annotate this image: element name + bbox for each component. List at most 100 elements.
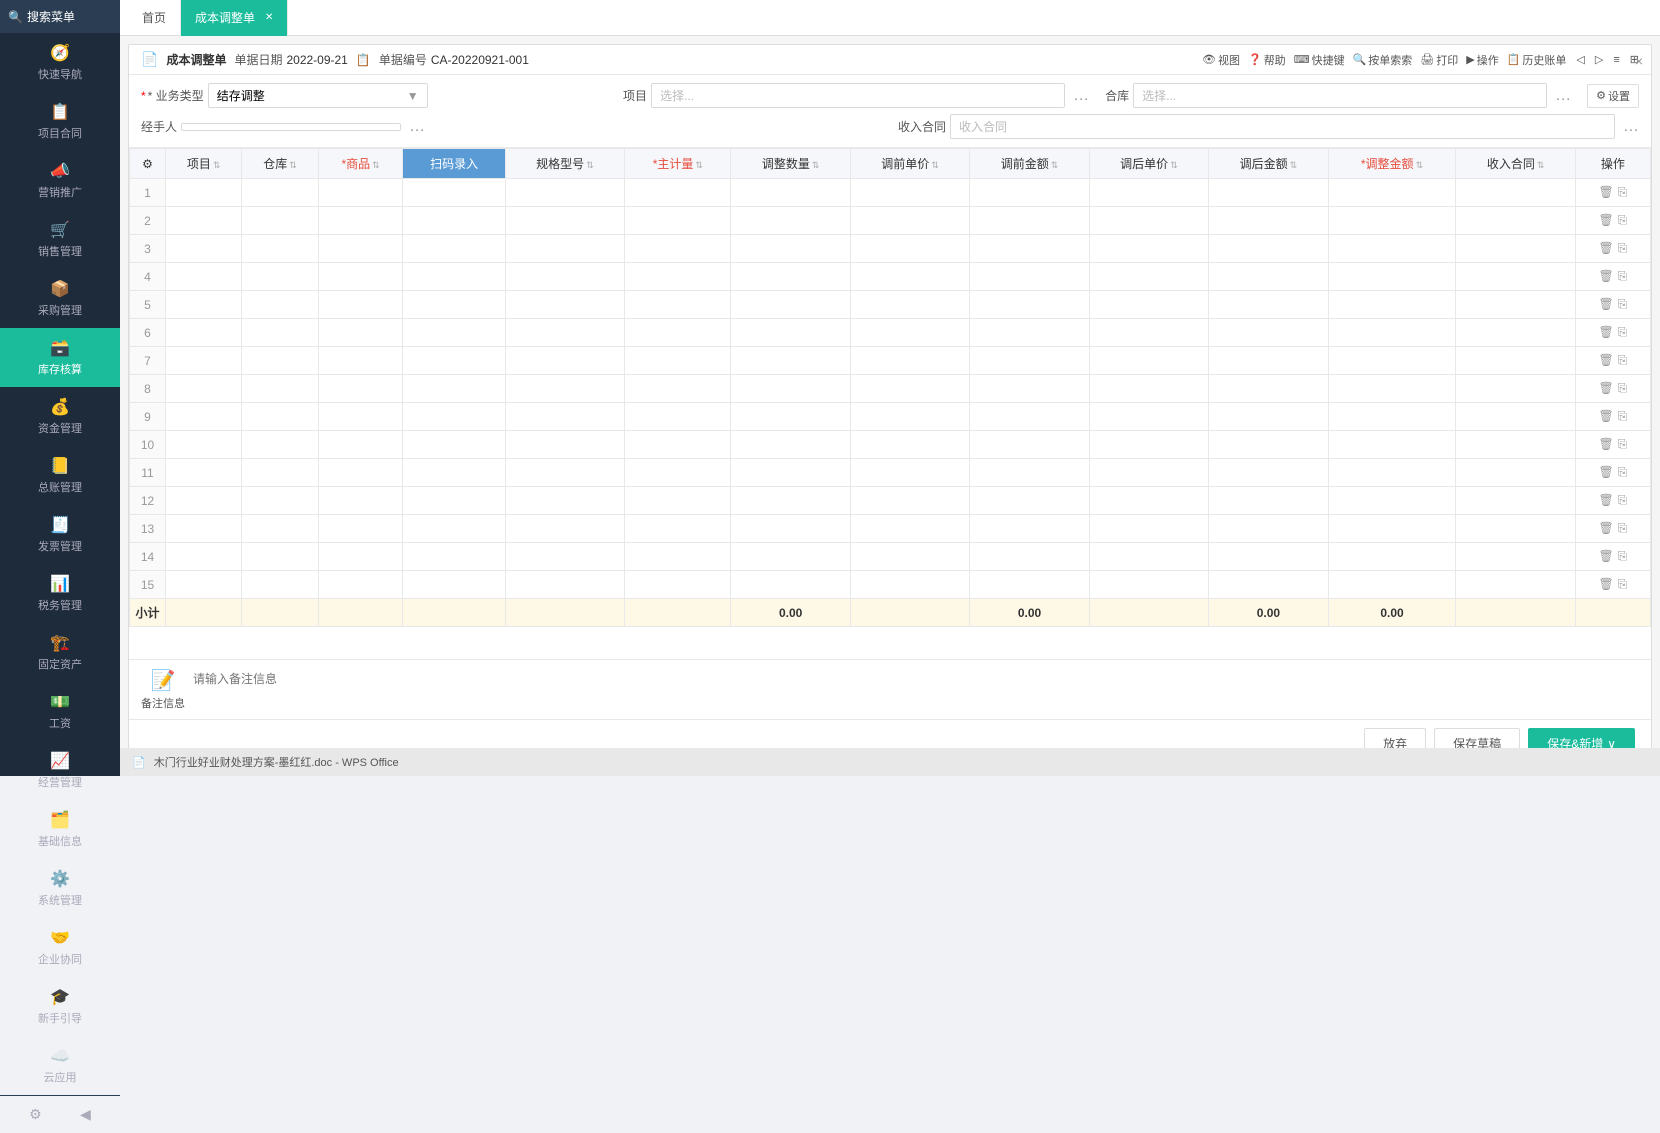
gear-icon[interactable]: ⚙ (142, 157, 153, 171)
table-cell-1-adj_qty[interactable] (731, 179, 850, 207)
delete-icon[interactable]: 🗑 (1598, 325, 1613, 339)
table-cell-15-warehouse[interactable] (242, 571, 318, 599)
table-cell-13-before_amount[interactable] (970, 515, 1089, 543)
table-cell-12-after_price[interactable] (1089, 487, 1208, 515)
search-menu-button[interactable]: 🔍 搜索菜单 (0, 0, 120, 33)
table-cell-1-goods[interactable] (318, 179, 403, 207)
sidebar-item-6[interactable]: 💰资金管理 (0, 387, 120, 446)
delete-icon[interactable]: 🗑 (1598, 409, 1613, 423)
table-cell-4-income_contract[interactable] (1456, 263, 1575, 291)
table-cell-8-unit[interactable] (625, 375, 731, 403)
table-cell-2-before_price[interactable] (850, 207, 969, 235)
sidebar-item-1[interactable]: 📋项目合同 (0, 92, 120, 151)
table-cell-15-income_contract[interactable] (1456, 571, 1575, 599)
table-cell-7-before_price[interactable] (850, 347, 969, 375)
table-cell-9-project[interactable] (166, 403, 242, 431)
table-cell-15-goods[interactable] (318, 571, 403, 599)
table-cell-7-spec[interactable] (505, 347, 624, 375)
table-cell-12-income_contract[interactable] (1456, 487, 1575, 515)
table-cell-3-before_price[interactable] (850, 235, 969, 263)
table-cell-4-before_amount[interactable] (970, 263, 1089, 291)
table-cell-2-warehouse[interactable] (242, 207, 318, 235)
table-cell-2-spec[interactable] (505, 207, 624, 235)
table-cell-7-unit[interactable] (625, 347, 731, 375)
sidebar-item-4[interactable]: 📦采购管理 (0, 269, 120, 328)
income-contract-more-icon[interactable]: … (1623, 118, 1639, 136)
table-cell-10-warehouse[interactable] (242, 431, 318, 459)
toolbar-action-8[interactable]: ▷ (1593, 53, 1603, 66)
table-cell-9-spec[interactable] (505, 403, 624, 431)
copy-icon[interactable]: ⎘ (1618, 213, 1628, 227)
settings-icon[interactable]: ⚙ (29, 1106, 42, 1123)
table-cell-14-spec[interactable] (505, 543, 624, 571)
table-cell-2-before_amount[interactable] (970, 207, 1089, 235)
table-cell-10-before_amount[interactable] (970, 431, 1089, 459)
copy-icon[interactable]: ⎘ (1618, 185, 1628, 199)
toolbar-action-1[interactable]: ❓帮助 (1248, 52, 1286, 68)
table-cell-13-after_amount[interactable] (1209, 515, 1328, 543)
income-contract-select[interactable]: 收入合同 (950, 114, 1615, 139)
table-cell-6-adj_amount[interactable] (1328, 319, 1456, 347)
delete-icon[interactable]: 🗑 (1598, 437, 1613, 451)
table-cell-10-goods[interactable] (318, 431, 403, 459)
table-cell-6-goods[interactable] (318, 319, 403, 347)
table-cell-4-unit[interactable] (625, 263, 731, 291)
table-cell-9-before_price[interactable] (850, 403, 969, 431)
table-cell-13-adj_qty[interactable] (731, 515, 850, 543)
delete-icon[interactable]: 🗑 (1598, 185, 1613, 199)
tab-0[interactable]: 首页 (128, 0, 181, 36)
table-cell-7-warehouse[interactable] (242, 347, 318, 375)
table-cell-10-adj_qty[interactable] (731, 431, 850, 459)
toolbar-action-5[interactable]: ▶操作 (1466, 52, 1498, 68)
project-more-icon[interactable]: … (1073, 87, 1089, 105)
table-cell-9-before_amount[interactable] (970, 403, 1089, 431)
table-cell-15-scan[interactable] (403, 571, 505, 599)
table-cell-10-after_price[interactable] (1089, 431, 1208, 459)
table-cell-3-after_price[interactable] (1089, 235, 1208, 263)
delete-icon[interactable]: 🗑 (1598, 493, 1613, 507)
table-cell-1-warehouse[interactable] (242, 179, 318, 207)
sidebar-item-5[interactable]: 🗃️库存核算 (0, 328, 120, 387)
table-cell-7-scan[interactable] (403, 347, 505, 375)
table-cell-7-before_amount[interactable] (970, 347, 1089, 375)
table-cell-5-project[interactable] (166, 291, 242, 319)
table-cell-14-adj_qty[interactable] (731, 543, 850, 571)
table-cell-10-spec[interactable] (505, 431, 624, 459)
table-cell-2-project[interactable] (166, 207, 242, 235)
table-cell-2-scan[interactable] (403, 207, 505, 235)
table-cell-10-adj_amount[interactable] (1328, 431, 1456, 459)
table-cell-11-unit[interactable] (625, 459, 731, 487)
table-cell-4-after_price[interactable] (1089, 263, 1208, 291)
table-cell-12-before_price[interactable] (850, 487, 969, 515)
table-cell-14-income_contract[interactable] (1456, 543, 1575, 571)
table-cell-12-adj_amount[interactable] (1328, 487, 1456, 515)
table-cell-10-after_amount[interactable] (1209, 431, 1328, 459)
table-cell-13-before_price[interactable] (850, 515, 969, 543)
table-cell-3-goods[interactable] (318, 235, 403, 263)
table-cell-14-adj_amount[interactable] (1328, 543, 1456, 571)
sidebar-item-13[interactable]: 🗂️基础信息 (0, 800, 120, 859)
table-cell-9-scan[interactable] (403, 403, 505, 431)
table-cell-15-unit[interactable] (625, 571, 731, 599)
table-cell-8-warehouse[interactable] (242, 375, 318, 403)
table-cell-12-warehouse[interactable] (242, 487, 318, 515)
table-cell-8-before_price[interactable] (850, 375, 969, 403)
table-cell-4-scan[interactable] (403, 263, 505, 291)
sidebar-item-15[interactable]: 🤝企业协同 (0, 918, 120, 977)
table-cell-12-goods[interactable] (318, 487, 403, 515)
handler-more-icon[interactable]: … (409, 118, 425, 136)
table-cell-1-adj_amount[interactable] (1328, 179, 1456, 207)
sidebar-item-3[interactable]: 🛒销售管理 (0, 210, 120, 269)
table-cell-12-unit[interactable] (625, 487, 731, 515)
table-cell-12-before_amount[interactable] (970, 487, 1089, 515)
table-cell-1-unit[interactable] (625, 179, 731, 207)
table-cell-4-spec[interactable] (505, 263, 624, 291)
table-cell-15-after_price[interactable] (1089, 571, 1208, 599)
table-cell-6-before_price[interactable] (850, 319, 969, 347)
sidebar-item-8[interactable]: 🧾发票管理 (0, 505, 120, 564)
delete-icon[interactable]: 🗑 (1598, 241, 1613, 255)
table-cell-4-after_amount[interactable] (1209, 263, 1328, 291)
table-cell-8-project[interactable] (166, 375, 242, 403)
table-cell-1-spec[interactable] (505, 179, 624, 207)
window-close-button[interactable]: × (1635, 53, 1643, 69)
